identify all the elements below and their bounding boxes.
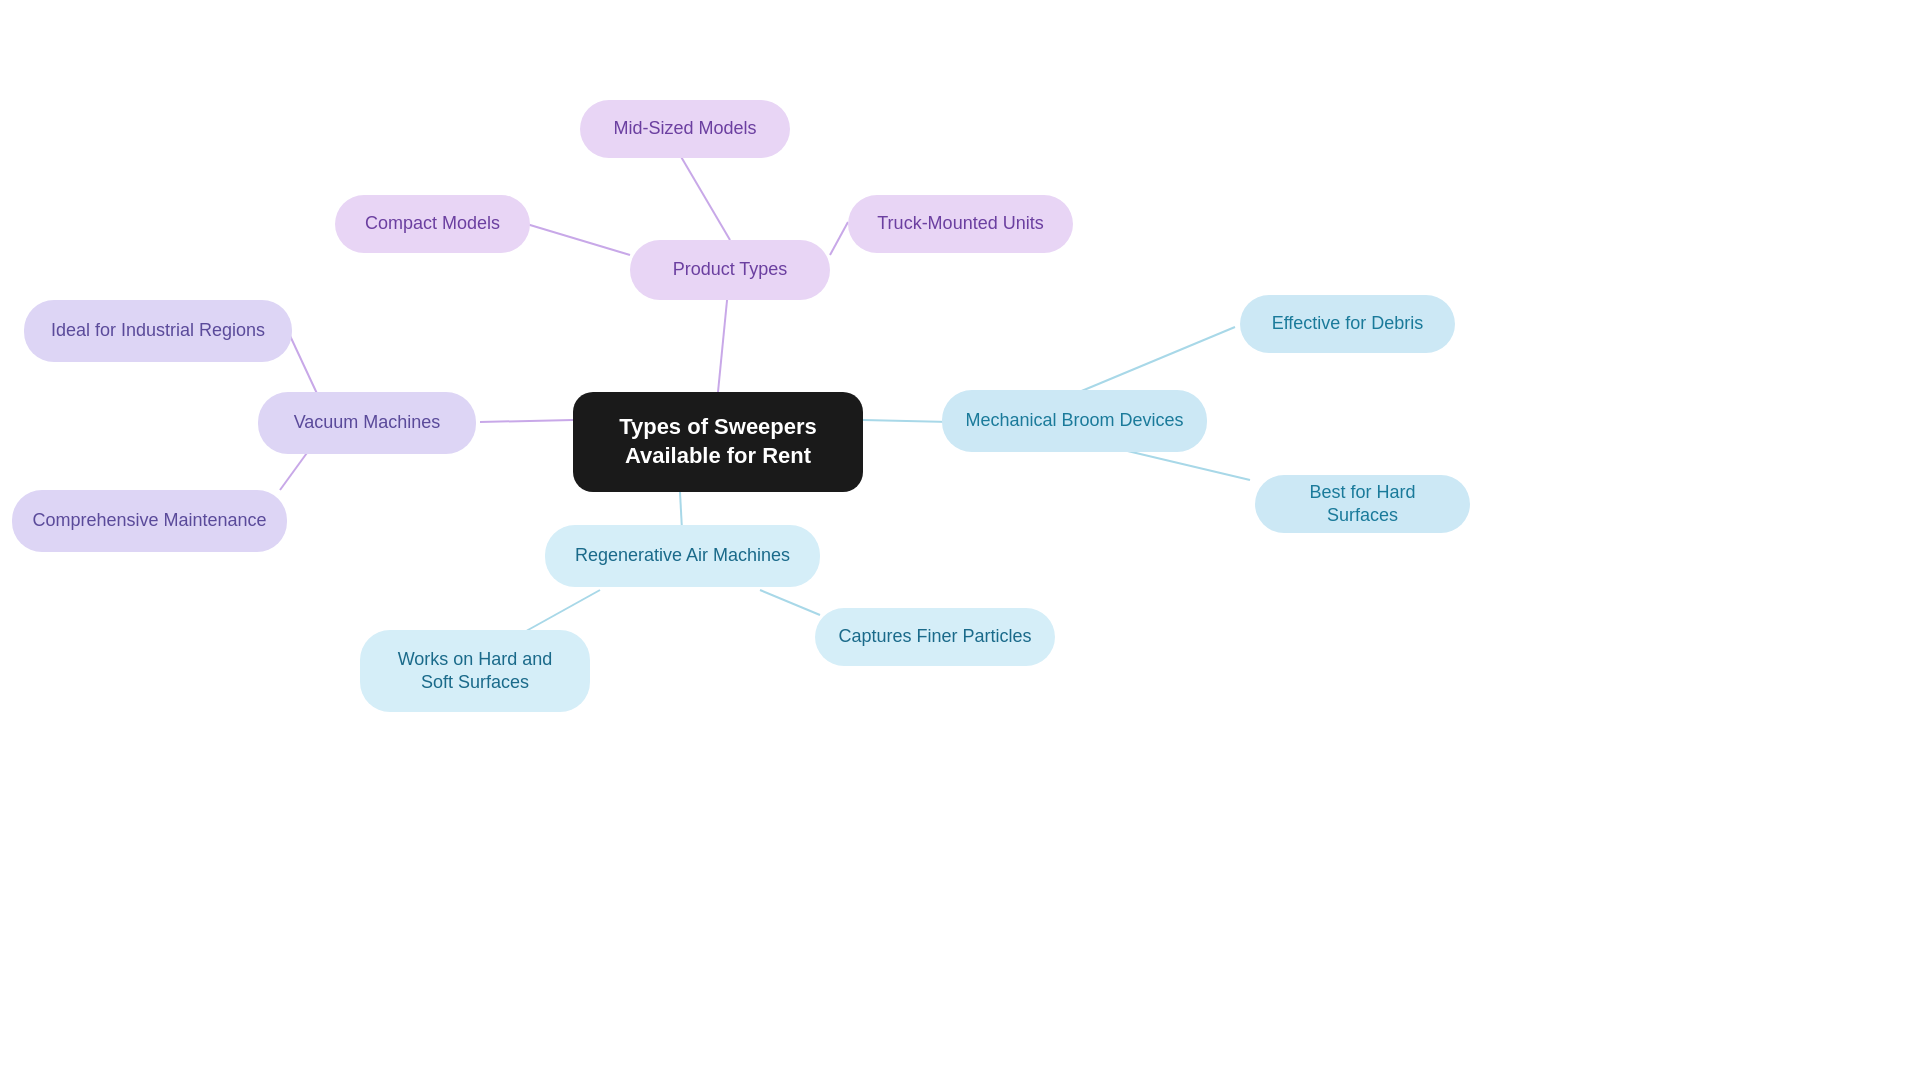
compact-models-node: Compact Models xyxy=(335,195,530,253)
svg-line-4 xyxy=(480,420,573,422)
captures-finer-node: Captures Finer Particles xyxy=(815,608,1055,666)
mid-sized-node: Mid-Sized Models xyxy=(580,100,790,158)
mechanical-broom-node: Mechanical Broom Devices xyxy=(942,390,1207,452)
vacuum-machines-node: Vacuum Machines xyxy=(258,392,476,454)
works-hard-soft-node: Works on Hard and Soft Surfaces xyxy=(360,630,590,712)
truck-mounted-node: Truck-Mounted Units xyxy=(848,195,1073,253)
svg-line-12 xyxy=(760,590,820,615)
comprehensive-node: Comprehensive Maintenance xyxy=(12,490,287,552)
regenerative-node: Regenerative Air Machines xyxy=(545,525,820,587)
industrial-node: Ideal for Industrial Regions xyxy=(24,300,292,362)
effective-debris-node: Effective for Debris xyxy=(1240,295,1455,353)
product-types-node: Product Types xyxy=(630,240,830,300)
svg-line-7 xyxy=(863,420,950,422)
svg-line-2 xyxy=(520,222,630,255)
hard-surfaces-node: Best for Hard Surfaces xyxy=(1255,475,1470,533)
center-node: Types of Sweepers Available for Rent xyxy=(573,392,863,492)
svg-line-3 xyxy=(830,222,848,255)
connections-svg xyxy=(0,0,1920,1083)
svg-line-1 xyxy=(680,155,730,240)
